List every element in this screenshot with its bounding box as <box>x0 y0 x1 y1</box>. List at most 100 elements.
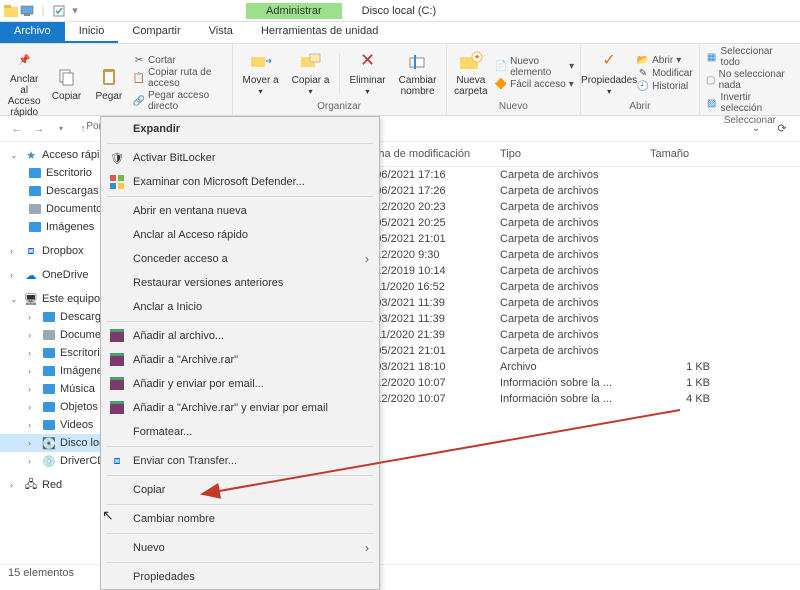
row-date: 03/12/2020 10:07 <box>360 377 500 389</box>
row-date: 10/03/2021 18:10 <box>360 361 500 373</box>
defender-icon <box>109 174 125 190</box>
ctx-new-window-label: Abrir en ventana nueva <box>133 205 247 217</box>
ctx-grant-access[interactable]: Conceder acceso a› <box>101 247 379 271</box>
row-date: 06/06/2021 17:26 <box>360 185 500 197</box>
title-bar: | ▾ Administrar Disco local (C:) <box>0 0 800 22</box>
open-button[interactable]: 📂Abrir ▾ <box>635 54 695 66</box>
ctx-pin-quick[interactable]: Anclar al Acceso rápido <box>101 223 379 247</box>
back-button[interactable]: ← <box>8 120 26 138</box>
dropbox-icon: ⧈ <box>109 453 125 469</box>
ctx-add-rar-email-label: Añadir a "Archive.rar" y enviar por emai… <box>133 402 328 414</box>
ctx-expand[interactable]: Expandir <box>101 117 379 141</box>
ctx-add-archive[interactable]: Añadir al archivo... <box>101 324 379 348</box>
tab-view[interactable]: Vista <box>195 22 247 43</box>
ctx-bitlocker[interactable]: 🛡Activar BitLocker <box>101 146 379 170</box>
nav-documents-label: Documentos <box>46 203 108 215</box>
contextual-tab[interactable]: Administrar <box>246 3 342 19</box>
rename-label: Cambiar nombre <box>396 75 440 97</box>
row-type: Carpeta de archivos <box>500 281 650 293</box>
ctx-format[interactable]: Formatear... <box>101 420 379 444</box>
group-select: ▦Seleccionar todo ▢No seleccionar nada ▨… <box>700 44 800 115</box>
ctx-new-window[interactable]: Abrir en ventana nueva <box>101 199 379 223</box>
dropdown-icon[interactable]: ▾ <box>68 4 82 18</box>
ctx-rename[interactable]: Cambiar nombre <box>101 507 379 531</box>
chevron-right-icon: › <box>365 252 369 266</box>
refresh-button[interactable]: ⟳ <box>772 119 792 139</box>
new-folder-button[interactable]: ✦Nueva carpeta <box>451 47 492 99</box>
row-type: Información sobre la ... <box>500 377 650 389</box>
ctx-properties[interactable]: Propiedades <box>101 565 379 589</box>
forward-button[interactable]: → <box>30 120 48 138</box>
col-size[interactable]: Tamaño <box>650 148 720 160</box>
pin-button[interactable]: 📌Anclar al Acceso rápido <box>4 46 44 120</box>
cursor-icon: ↖ <box>102 507 114 524</box>
window-title: Disco local (C:) <box>362 5 437 17</box>
nav-desktop-label: Escritorio <box>46 167 92 179</box>
ctx-copy[interactable]: Copiar <box>101 478 379 502</box>
cut-button[interactable]: ✂Cortar <box>131 54 228 66</box>
row-type: Carpeta de archivos <box>500 185 650 197</box>
select-all-label: Seleccionar todo <box>721 46 794 68</box>
delete-label: Eliminar <box>350 75 386 86</box>
ctx-defender[interactable]: Examinar con Microsoft Defender... <box>101 170 379 194</box>
row-date: 26/05/2021 21:01 <box>360 233 500 245</box>
row-size <box>650 185 720 197</box>
copy-path-button[interactable]: 📋Copiar ruta de acceso <box>131 67 228 89</box>
history-button[interactable]: 🕘Historial <box>635 80 695 92</box>
copy-to-button[interactable]: Copiar a▾ <box>287 47 335 99</box>
ctx-add-rar-email[interactable]: Añadir a "Archive.rar" y enviar por emai… <box>101 396 379 420</box>
properties-button[interactable]: ✓Propiedades▾ <box>585 47 633 99</box>
select-none-button[interactable]: ▢No seleccionar nada <box>704 69 796 91</box>
row-size <box>650 217 720 229</box>
ctx-rename-label: Cambiar nombre <box>133 513 215 525</box>
row-date: 27/12/2020 20:23 <box>360 201 500 213</box>
ctx-add-send-email[interactable]: Añadir y enviar por email... <box>101 372 379 396</box>
easy-access-button[interactable]: 🔶Fácil acceso ▾ <box>493 79 576 91</box>
nav-music-label: Música <box>60 383 95 395</box>
properties-label: Propiedades <box>581 75 637 86</box>
history-dropdown[interactable]: ▾ <box>52 120 70 138</box>
ctx-format-label: Formatear... <box>133 426 192 438</box>
computer-icon[interactable] <box>20 4 34 18</box>
group-open: ✓Propiedades▾ 📂Abrir ▾ ✎Modificar 🕘Histo… <box>581 44 700 115</box>
nav-videos-label: Videos <box>60 419 93 431</box>
tab-drive-tools[interactable]: Herramientas de unidad <box>247 22 392 43</box>
ctx-send-transfer[interactable]: ⧈Enviar con Transfer... <box>101 449 379 473</box>
ctx-bitlocker-label: Activar BitLocker <box>133 152 216 164</box>
nav-onedrive-label: OneDrive <box>42 269 88 281</box>
checkbox-icon[interactable] <box>52 4 66 18</box>
cut-label: Cortar <box>148 55 176 66</box>
ctx-separator <box>107 143 373 144</box>
select-none-label: No seleccionar nada <box>719 69 794 91</box>
col-type[interactable]: Tipo <box>500 148 650 160</box>
delete-button[interactable]: ✕Eliminar▾ <box>344 47 392 99</box>
new-item-button[interactable]: 📄Nuevo elemento ▾ <box>493 56 576 78</box>
col-date[interactable]: Fecha de modificación <box>360 148 500 160</box>
address-dropdown-icon[interactable]: ⌄ <box>746 119 766 139</box>
invert-selection-button[interactable]: ▨Invertir selección <box>704 92 796 114</box>
row-date: 26/03/2021 11:39 <box>360 313 500 325</box>
up-button[interactable]: ↑ <box>74 120 92 138</box>
ctx-new[interactable]: Nuevo› <box>101 536 379 560</box>
paste-shortcut-button[interactable]: 🔗Pegar acceso directo <box>131 90 228 112</box>
tab-home[interactable]: Inicio <box>65 22 119 43</box>
ctx-restore[interactable]: Restaurar versiones anteriores <box>101 271 379 295</box>
new-item-label: Nuevo elemento <box>510 56 566 78</box>
ctx-pin-start[interactable]: Anclar a Inicio <box>101 295 379 319</box>
copy-button[interactable]: Copiar <box>46 63 86 104</box>
move-to-button[interactable]: Mover a▾ <box>237 47 285 99</box>
ctx-separator <box>107 446 373 447</box>
tab-share[interactable]: Compartir <box>118 22 194 43</box>
tab-file[interactable]: Archivo <box>0 22 65 43</box>
row-date: 26/03/2021 11:39 <box>360 297 500 309</box>
nav-network-label: Red <box>42 479 62 491</box>
ctx-add-send-email-label: Añadir y enviar por email... <box>133 378 264 390</box>
rename-button[interactable]: Cambiar nombre <box>394 47 442 99</box>
ctx-add-archive-rar[interactable]: Añadir a "Archive.rar" <box>101 348 379 372</box>
winrar-icon <box>109 376 125 392</box>
select-all-button[interactable]: ▦Seleccionar todo <box>704 46 796 68</box>
folder-icon[interactable] <box>4 4 18 18</box>
paste-button[interactable]: Pegar <box>89 63 129 104</box>
ctx-separator <box>107 321 373 322</box>
edit-button[interactable]: ✎Modificar <box>635 67 695 79</box>
